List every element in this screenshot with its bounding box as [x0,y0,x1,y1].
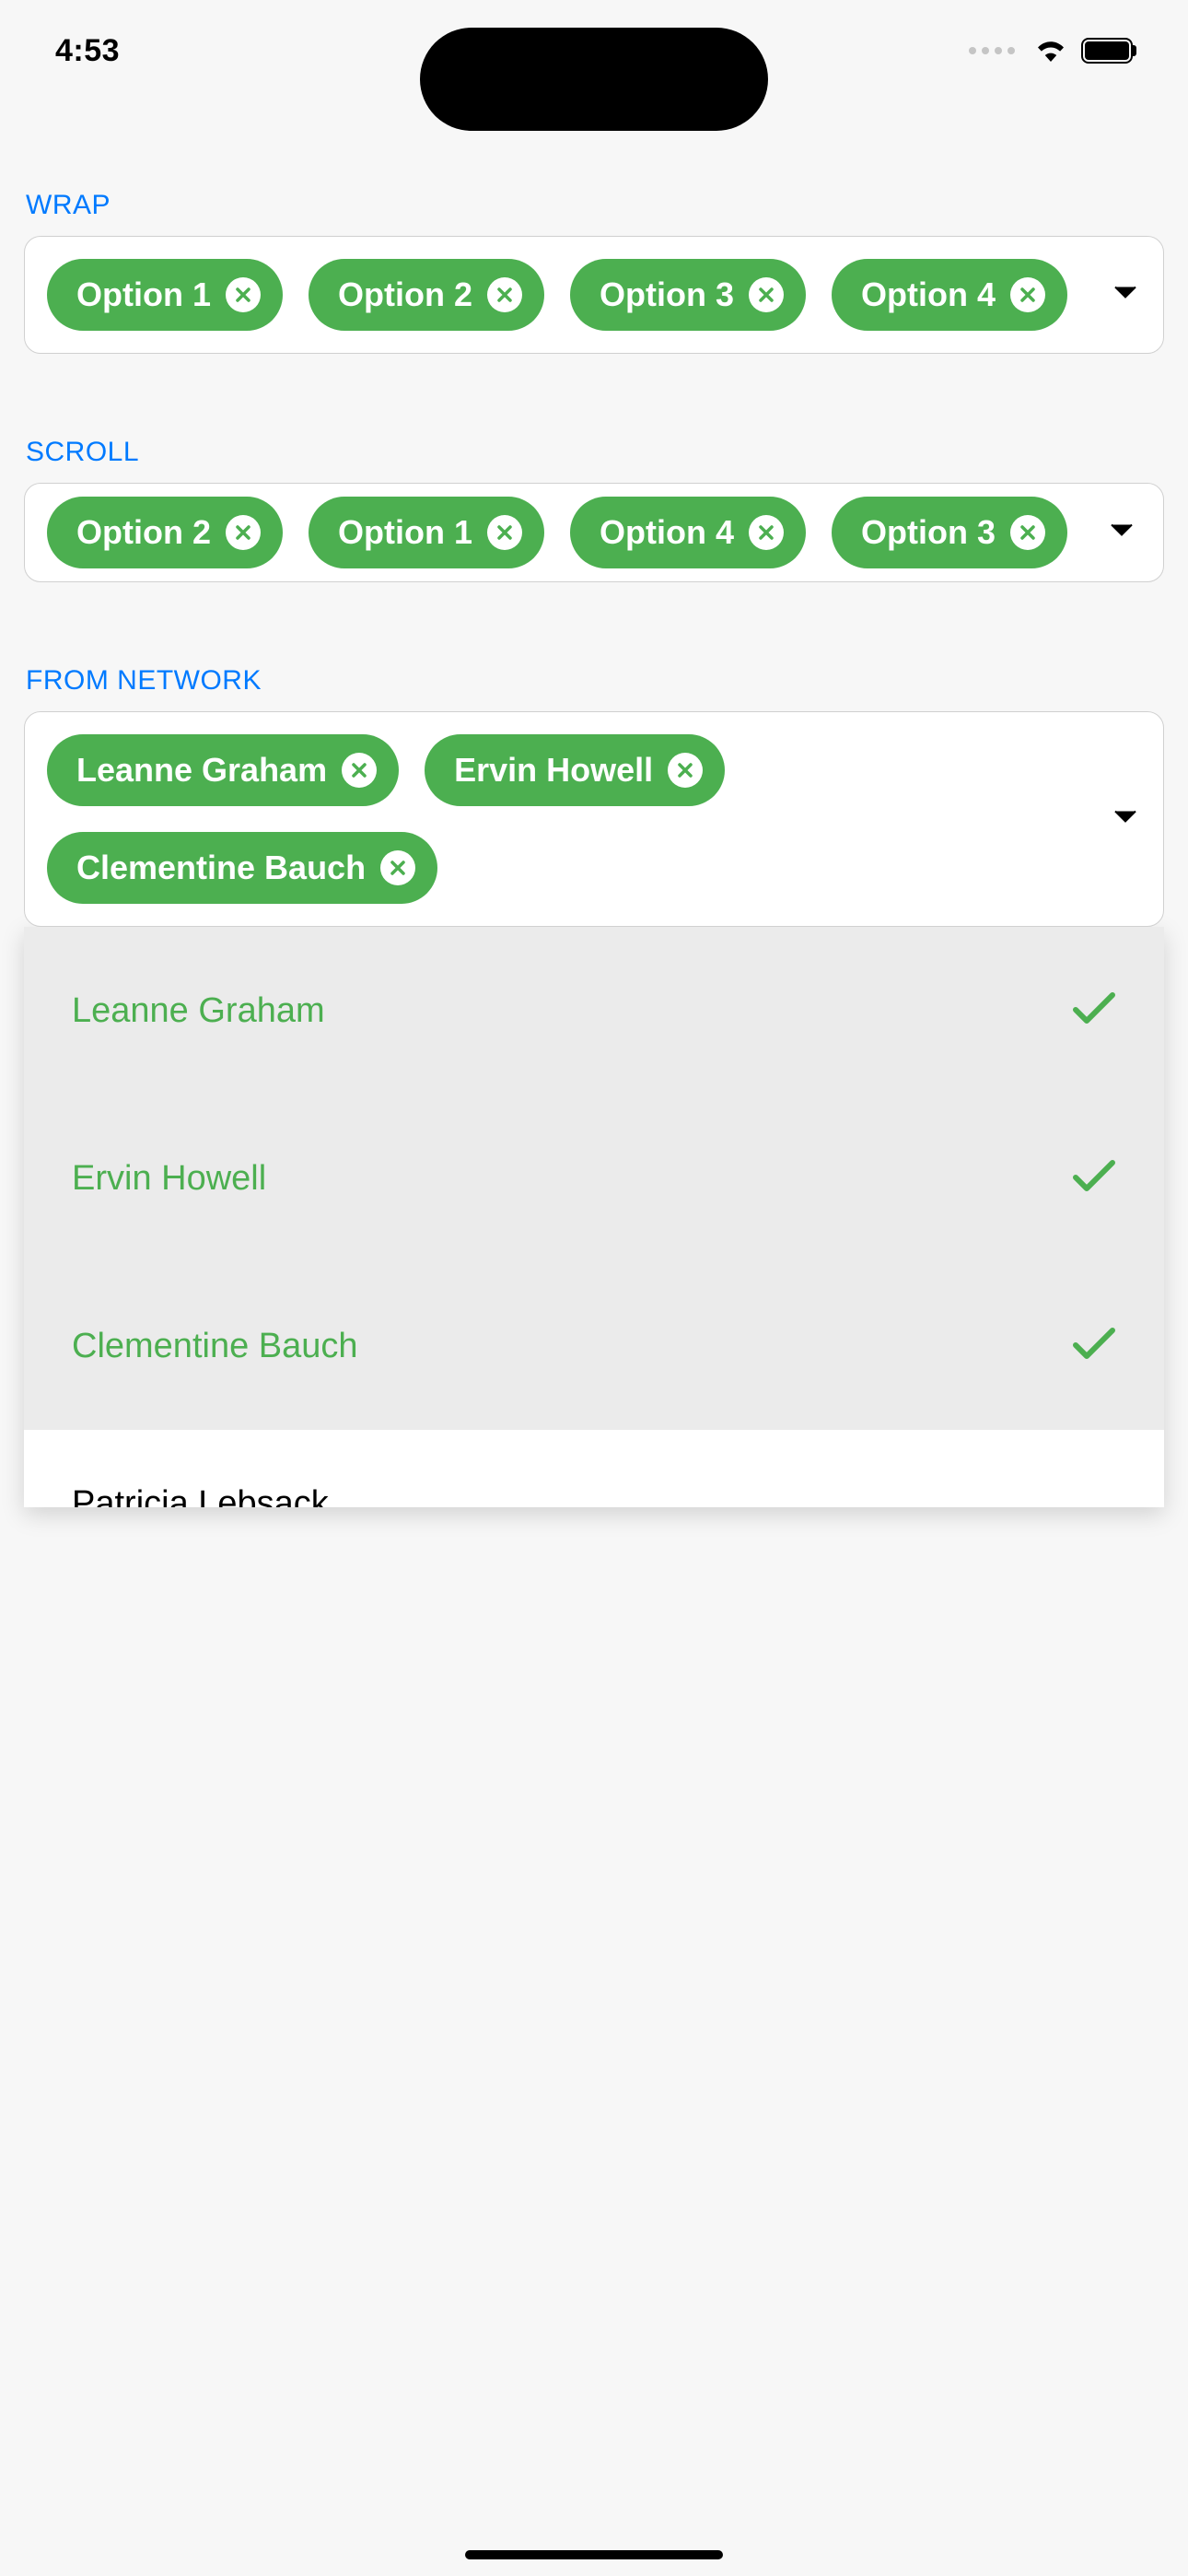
close-icon[interactable] [487,515,522,550]
cellular-dots-icon [969,47,1015,54]
status-bar: 4:53 [0,0,1188,101]
dropdown-list[interactable]: Leanne Graham Ervin Howell Clementine Ba… [24,927,1164,1507]
dropdown-item-ervin-howell[interactable]: Ervin Howell [24,1095,1164,1262]
dropdown-item-label: Ervin Howell [72,1159,266,1199]
chip-label: Clementine Bauch [76,849,366,887]
chip-label: Option 3 [600,275,734,314]
chip-label: Ervin Howell [454,751,653,790]
section-network: FROM NETWORK Leanne Graham Ervin Howell … [24,665,1164,1507]
chip-ervin-howell[interactable]: Ervin Howell [425,734,725,806]
chip-label: Option 1 [76,275,211,314]
close-icon[interactable] [226,515,261,550]
dropdown-item-label: Leanne Graham [72,991,325,1031]
section-label-scroll: SCROLL [26,437,1164,468]
chip-option-3[interactable]: Option 3 [832,497,1067,568]
select-box-scroll[interactable]: Option 2 Option 1 Option 4 Option 3 [24,483,1164,582]
chip-option-4[interactable]: Option 4 [570,497,806,568]
dynamic-island [420,28,768,131]
section-wrap: WRAP Option 1 Option 2 Option 3 Option 4 [24,190,1164,354]
dropdown-item-label: Patricia Lebsack [72,1484,329,1507]
chevron-down-icon[interactable] [1113,286,1137,305]
chip-label: Option 4 [861,275,996,314]
dropdown-item-label: Clementine Bauch [72,1327,358,1366]
chip-option-2[interactable]: Option 2 [47,497,283,568]
chip-label: Option 1 [338,513,472,552]
close-icon[interactable] [749,277,784,312]
chip-label: Option 4 [600,513,734,552]
battery-icon [1081,38,1133,64]
select-box-network[interactable]: Leanne Graham Ervin Howell Clementine Ba… [24,711,1164,927]
dropdown-item-patricia-lebsack[interactable]: Patricia Lebsack [24,1430,1164,1507]
close-icon[interactable] [380,850,415,885]
section-label-network: FROM NETWORK [26,665,1164,697]
chip-label: Option 2 [76,513,211,552]
close-icon[interactable] [226,277,261,312]
section-label-wrap: WRAP [26,190,1164,221]
chip-option-2[interactable]: Option 2 [309,259,544,331]
close-icon[interactable] [749,515,784,550]
wifi-icon [1033,36,1068,66]
select-box-wrap[interactable]: Option 1 Option 2 Option 3 Option 4 [24,236,1164,354]
close-icon[interactable] [1010,515,1045,550]
close-icon[interactable] [1010,277,1045,312]
chevron-down-icon[interactable] [1113,810,1137,829]
chip-label: Leanne Graham [76,751,327,790]
home-indicator[interactable] [465,2550,723,2559]
chip-label: Option 2 [338,275,472,314]
chip-option-3[interactable]: Option 3 [570,259,806,331]
check-icon [1072,1159,1116,1199]
dropdown-item-leanne-graham[interactable]: Leanne Graham [24,927,1164,1095]
dropdown-item-clementine-bauch[interactable]: Clementine Bauch [24,1262,1164,1430]
section-scroll: SCROLL Option 2 Option 1 Option 4 [24,437,1164,582]
close-icon[interactable] [668,753,703,788]
chip-clementine-bauch[interactable]: Clementine Bauch [47,832,437,904]
chip-option-1[interactable]: Option 1 [47,259,283,331]
chevron-down-icon[interactable] [1110,523,1134,543]
close-icon[interactable] [487,277,522,312]
status-time: 4:53 [55,33,120,69]
close-icon[interactable] [342,753,377,788]
check-icon [1072,991,1116,1031]
chip-label: Option 3 [861,513,996,552]
chip-option-4[interactable]: Option 4 [832,259,1067,331]
status-right [969,36,1133,66]
chip-option-1[interactable]: Option 1 [309,497,544,568]
check-icon [1072,1327,1116,1366]
chip-leanne-graham[interactable]: Leanne Graham [47,734,399,806]
